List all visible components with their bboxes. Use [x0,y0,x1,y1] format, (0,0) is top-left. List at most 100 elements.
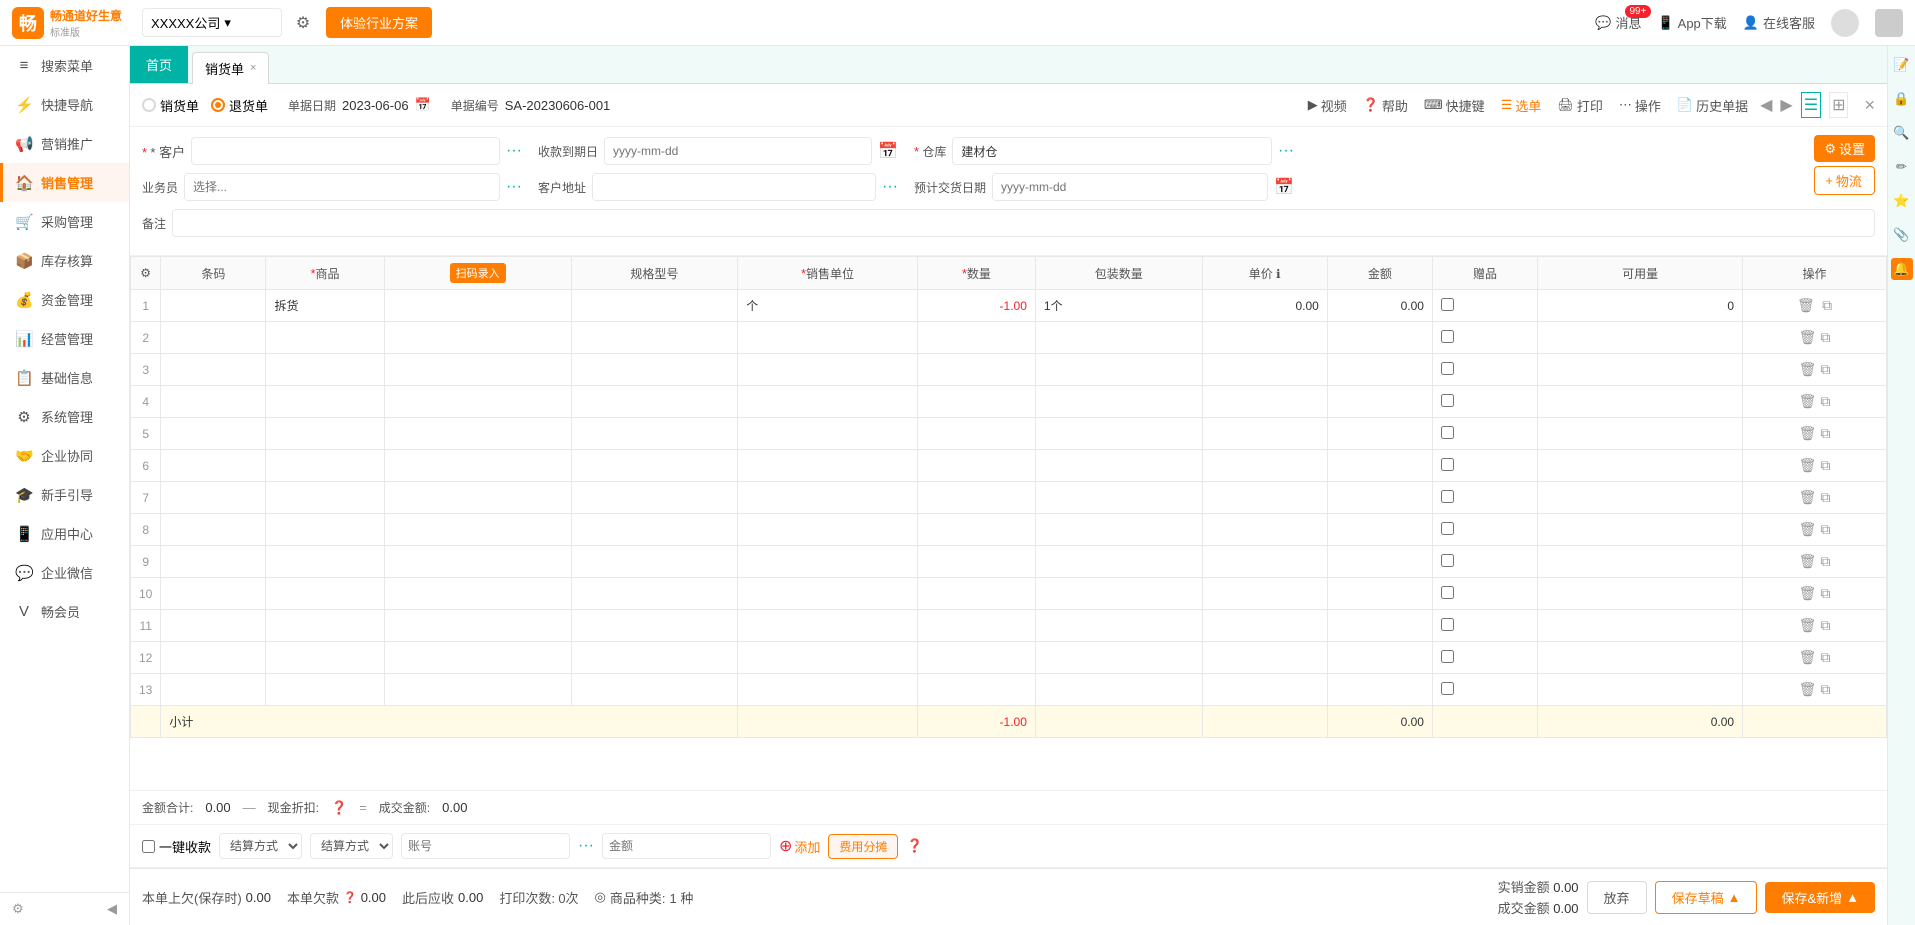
warehouse-dots-icon[interactable]: ··· [1278,142,1294,160]
date-calendar-icon[interactable]: 📅 [415,97,431,113]
sidebar-item-operations[interactable]: 📊 经营管理 [0,319,129,358]
settings-icon[interactable]: ⚙ [288,8,318,38]
gift-checkbox[interactable] [1441,458,1454,471]
sidebar-item-marketing[interactable]: 📢 营销推广 [0,124,129,163]
scan-btn[interactable]: 扫码录入 [450,263,506,283]
row-spec[interactable] [571,290,738,322]
expense-help-icon[interactable]: ❓ [906,838,922,854]
copy-row-btn[interactable]: ⧉ [1818,585,1832,602]
payment-due-input[interactable] [604,137,872,165]
right-tool-attach[interactable]: 📎 [1891,224,1913,246]
delete-row-btn[interactable]: 🗑 [1797,553,1819,570]
gift-checkbox[interactable] [1441,682,1454,695]
delete-row-btn[interactable]: 🗑 [1795,297,1817,314]
toolbar-shortcut[interactable]: ⌨ 快捷键 [1420,94,1489,117]
deficit-info-icon[interactable]: ❓ [343,891,357,904]
copy-row-btn[interactable]: ⧉ [1818,489,1832,506]
toolbar-video[interactable]: ▶ 视频 [1304,94,1351,117]
gift-checkbox[interactable] [1441,490,1454,503]
gift-checkbox[interactable] [1441,522,1454,535]
right-tool-star[interactable]: ⭐ [1891,190,1913,212]
toolbar-history[interactable]: 📄 历史单据 [1673,94,1752,117]
delete-row-btn[interactable]: 🗑 [1797,393,1819,410]
payment-due-calendar-icon[interactable]: 📅 [878,141,898,161]
copy-row-btn[interactable]: ⧉ [1818,329,1832,346]
gift-checkbox[interactable] [1441,298,1454,311]
sidebar-item-search[interactable]: ≡ 搜索菜单 [0,46,129,85]
delete-row-btn[interactable]: 🗑 [1797,457,1819,474]
notes-input[interactable] [172,209,1875,237]
delete-row-btn[interactable]: 🗑 [1797,617,1819,634]
trial-button[interactable]: 体验行业方案 [326,7,432,38]
sidebar-item-quicknav[interactable]: ⚡ 快捷导航 [0,85,129,124]
account-dots-icon[interactable]: ··· [578,837,594,855]
company-selector[interactable]: XXXXX公司 ▾ [142,8,282,37]
sidebar-item-purchase[interactable]: 🛒 采购管理 [0,202,129,241]
customer-input[interactable] [191,137,500,165]
sidebar-item-appcenter[interactable]: 📱 应用中心 [0,514,129,553]
right-tool-lock[interactable]: 🔒 [1891,88,1913,110]
copy-row-btn[interactable]: ⧉ [1818,681,1832,698]
payment-method-select[interactable]: 结算方式 [219,833,302,859]
sidebar-item-wechat[interactable]: 💬 企业微信 [0,553,129,592]
salesperson-input[interactable] [184,173,500,201]
customer-dots-icon[interactable]: ··· [506,142,522,160]
row-gift[interactable] [1432,290,1537,322]
th-config[interactable]: ⚙ [131,257,161,290]
discard-btn[interactable]: 放弃 [1587,881,1647,914]
message-btn[interactable]: 💬 消息 99+ [1595,13,1641,32]
delete-row-btn[interactable]: 🗑 [1797,585,1819,602]
row-barcode[interactable] [161,290,266,322]
copy-row-btn[interactable]: ⧉ [1818,393,1832,410]
settings-btn[interactable]: ⚙ 设置 [1814,135,1875,162]
delete-row-btn[interactable]: 🗑 [1797,329,1819,346]
sidebar-item-tutorial[interactable]: 🎓 新手引导 [0,475,129,514]
sidebar-item-sales[interactable]: 🏠 销售管理 [0,163,129,202]
online-service-btn[interactable]: 👤 在线客服 [1743,13,1815,32]
row-price[interactable]: 0.00 [1202,290,1327,322]
copy-row-btn[interactable]: ⧉ [1818,361,1832,378]
account-input[interactable] [401,833,570,859]
sidebar-item-sys[interactable]: ⚙ 系统管理 [0,397,129,436]
row-product[interactable]: 拆货 [266,290,384,322]
copy-row-btn[interactable]: ⧉ [1818,521,1832,538]
toolbar-select[interactable]: ☰ 选单 [1497,94,1546,117]
right-tool-notify[interactable]: 🔔 [1891,258,1913,280]
gift-checkbox[interactable] [1441,650,1454,663]
delete-row-btn[interactable]: 🗑 [1797,361,1819,378]
gift-checkbox[interactable] [1441,394,1454,407]
delete-row-btn[interactable]: 🗑 [1797,489,1819,506]
copy-row-btn[interactable]: ⧉ [1818,617,1832,634]
row-amount[interactable]: 0.00 [1327,290,1432,322]
save-draft-btn[interactable]: 保存草稿 ▲ [1655,881,1758,914]
right-tool-edit[interactable]: ✏ [1891,156,1913,178]
gift-checkbox[interactable] [1441,618,1454,631]
toolbar-operate[interactable]: ⋯ 操作 [1615,94,1665,117]
row-pkgqty[interactable]: 1个 [1035,290,1202,322]
radio-return-order[interactable]: 退货单 [211,96,268,115]
gift-checkbox[interactable] [1441,362,1454,375]
copy-row-btn[interactable]: ⧉ [1818,457,1832,474]
delete-row-btn[interactable]: 🗑 [1797,649,1819,666]
right-tool-note[interactable]: 📝 [1891,54,1913,76]
logistics-btn[interactable]: + 物流 [1814,166,1875,195]
form-close-btn[interactable]: × [1864,95,1875,116]
right-tool-search[interactable]: 🔍 [1891,122,1913,144]
sidebar-item-enterprise[interactable]: 🤝 企业协同 [0,436,129,475]
delete-row-btn[interactable]: 🗑 [1797,425,1819,442]
app-download-btn[interactable]: 📱 App下载 [1657,13,1726,32]
nav-next-icon[interactable]: ▶ [1780,95,1792,115]
delete-row-btn[interactable]: 🗑 [1797,521,1819,538]
gift-checkbox[interactable] [1441,586,1454,599]
copy-row-btn[interactable]: ⧉ [1818,649,1832,666]
sidebar-item-finance[interactable]: 💰 资金管理 [0,280,129,319]
expected-date-calendar-icon[interactable]: 📅 [1274,177,1294,197]
copy-row-btn[interactable]: ⧉ [1818,425,1832,442]
toolbar-print[interactable]: 🖨 打印 [1553,94,1607,117]
tab-close-icon[interactable]: × [250,62,256,74]
one-click-checkbox[interactable] [142,840,155,853]
nav-prev-icon[interactable]: ◀ [1760,95,1772,115]
sidebar-item-inventory[interactable]: 📦 库存核算 [0,241,129,280]
view-list-icon[interactable]: ☰ [1801,92,1821,118]
customer-addr-dots-icon[interactable]: ··· [882,178,898,196]
